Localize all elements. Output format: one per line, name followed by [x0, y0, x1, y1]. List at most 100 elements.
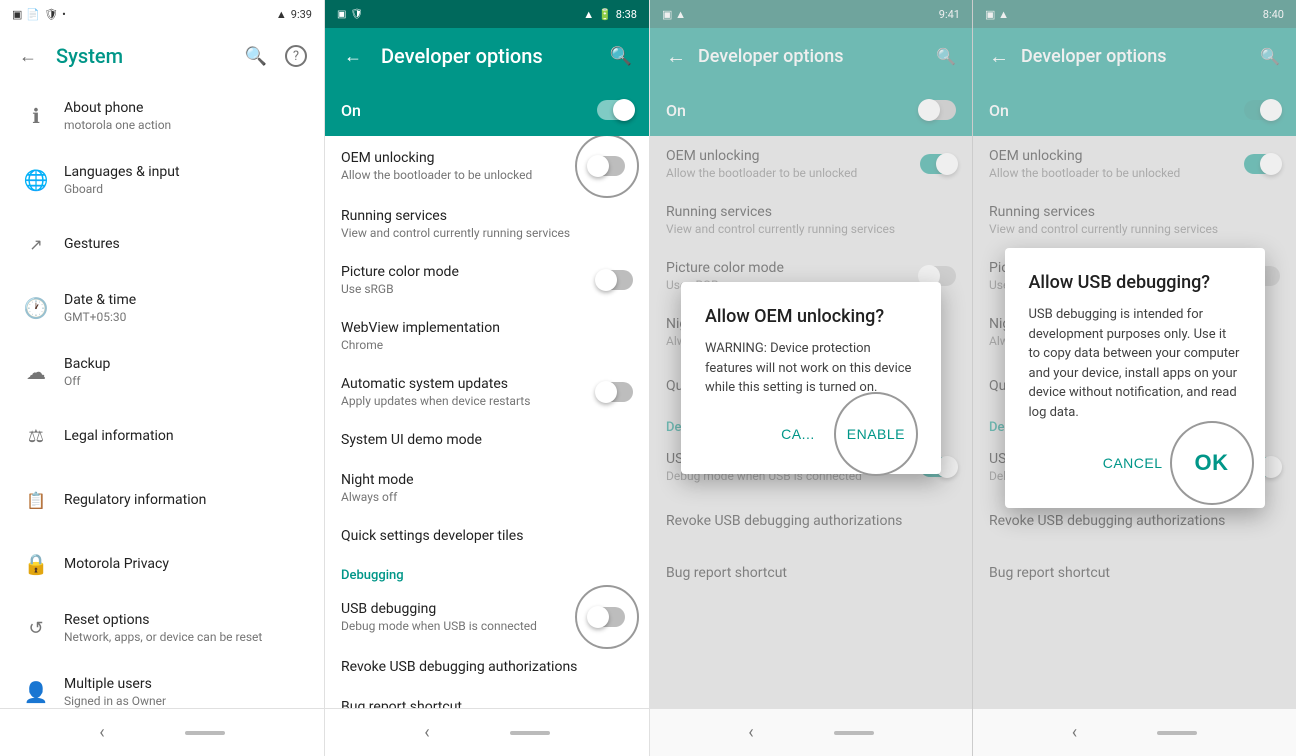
sidebar-item-reset[interactable]: ↺ Reset options Network, apps, or device…	[0, 596, 324, 660]
system-settings-panel: ▣ 📄 🛡 • ▲ 9:39 ← System 🔍 ? ℹ About phon…	[0, 0, 325, 756]
oem-toggle-wrapper	[581, 148, 633, 184]
oem-enable-button[interactable]: Enable	[835, 418, 917, 450]
datetime-label: Date & time	[64, 292, 308, 308]
sidebar-item-users[interactable]: 👤 Multiple users Signed in as Owner	[0, 660, 324, 708]
sidebar-item-backup[interactable]: ☁ Backup Off	[0, 340, 324, 404]
system-ui-demo-label: System UI demo mode	[341, 432, 633, 448]
reset-sub: Network, apps, or device can be reset	[64, 630, 308, 644]
quick-settings-tiles-item[interactable]: Quick settings developer tiles	[325, 516, 649, 556]
datetime-sub: GMT+05:30	[64, 310, 308, 324]
picture-color-sub: Use sRGB	[341, 282, 597, 296]
developer-toggle[interactable]	[597, 100, 633, 120]
p2-nav: ‹	[325, 708, 649, 756]
usb-dialog-title: Allow USB debugging?	[1029, 272, 1241, 293]
ok-circle-wrapper: OK	[1183, 442, 1241, 484]
privacy-label: Motorola Privacy	[64, 556, 308, 572]
usb-dialog-content: USB debugging is intended for developmen…	[1029, 305, 1241, 422]
p2-time: 8:38	[616, 8, 637, 21]
usb-debugging-toggle[interactable]	[589, 607, 625, 627]
time-display: 9:39	[291, 8, 312, 21]
p2-nav-indicator	[510, 731, 550, 735]
dot-icon: •	[62, 8, 66, 21]
running-services-item[interactable]: Running services View and control curren…	[325, 196, 649, 252]
picture-color-row[interactable]: Picture color mode Use sRGB	[325, 252, 649, 308]
regulatory-label: Regulatory information	[64, 492, 308, 508]
about-icon: ℹ	[16, 96, 56, 136]
bug-report-item[interactable]: Bug report shortcut	[325, 687, 649, 708]
gestures-icon: ↗	[16, 224, 56, 264]
revoke-usb-label: Revoke USB debugging authorizations	[341, 659, 633, 675]
oem-dialog-panel: ▣ ▲ 9:41 ← Developer options 🔍 On OEM un…	[650, 0, 973, 756]
night-mode-sub: Always off	[341, 490, 633, 504]
oem-dialog-actions: Ca... Enable	[705, 418, 917, 450]
oem-toggle[interactable]	[589, 156, 625, 176]
file-icon: 📄	[26, 8, 40, 21]
p2-toolbar: ← Developer options 🔍	[325, 28, 649, 84]
shield-icon: 🛡	[44, 8, 58, 21]
settings-list: ℹ About phone motorola one action 🌐 Lang…	[0, 84, 324, 708]
search-icon: 🔍	[245, 46, 267, 67]
picture-color-label: Picture color mode	[341, 264, 597, 280]
debugging-section-label: Debugging	[325, 556, 649, 587]
auto-updates-label: Automatic system updates	[341, 376, 597, 392]
p2-back-button[interactable]: ←	[341, 44, 365, 68]
sidebar-item-gestures[interactable]: ↗ Gestures	[0, 212, 324, 276]
auto-updates-sub: Apply updates when device restarts	[341, 394, 597, 408]
oem-unlock-dialog: Allow OEM unlocking? WARNING: Device pro…	[681, 282, 941, 474]
users-icon: 👤	[16, 672, 56, 708]
sidebar-item-languages[interactable]: 🌐 Languages & input Gboard	[0, 148, 324, 212]
help-button[interactable]: ?	[284, 44, 308, 68]
status-icons-left: ▣ 📄 🛡 •	[12, 8, 66, 21]
usb-debugging-row[interactable]: USB debugging Debug mode when USB is con…	[325, 587, 649, 647]
usb-cancel-button[interactable]: Cancel	[1091, 442, 1175, 484]
sidebar-item-regulatory[interactable]: 📋 Regulatory information	[0, 468, 324, 532]
p2-nav-back[interactable]: ‹	[424, 722, 429, 743]
languages-icon: 🌐	[16, 160, 56, 200]
search-button[interactable]: 🔍	[244, 44, 268, 68]
sidebar-item-legal-info[interactable]: ⚖ Legal information	[0, 404, 324, 468]
usb-debug-dialog: Allow USB debugging? USB debugging is in…	[1005, 248, 1265, 508]
usb-ok-button[interactable]: OK	[1183, 442, 1241, 484]
running-services-label: Running services	[341, 208, 633, 224]
sidebar-item-motorola-privacy[interactable]: 🔒 Motorola Privacy	[0, 532, 324, 596]
developer-on-row[interactable]: On	[325, 84, 649, 136]
usb-dialog-panel: ▣ ▲ 8:40 ← Developer options 🔍 On OEM un…	[973, 0, 1296, 756]
night-mode-item[interactable]: Night mode Always off	[325, 460, 649, 516]
back-icon: ←	[19, 46, 37, 67]
usb-debugging-sub: Debug mode when USB is connected	[341, 619, 581, 633]
system-toolbar: ← System 🔍 ?	[0, 28, 324, 84]
webview-item[interactable]: WebView implementation Chrome	[325, 308, 649, 364]
oem-dialog-content: WARNING: Device protection features will…	[705, 339, 917, 398]
oem-cancel-button[interactable]: Ca...	[769, 418, 827, 450]
back-button[interactable]: ←	[16, 44, 40, 68]
p2-shield-icon: 🛡	[350, 9, 363, 20]
p2-wifi-icon: ▲	[583, 8, 594, 21]
oem-unlocking-row[interactable]: OEM unlocking Allow the bootloader to be…	[325, 136, 649, 196]
toggle-thumb	[613, 99, 635, 121]
picture-color-toggle[interactable]	[597, 270, 633, 290]
status-icons-right: ▲ 9:39	[276, 8, 312, 21]
wifi-icon: ▲	[276, 8, 287, 21]
revoke-usb-item[interactable]: Revoke USB debugging authorizations	[325, 647, 649, 687]
navigation-bar: ‹	[0, 708, 324, 756]
about-phone-label: About phone	[64, 100, 308, 116]
system-ui-demo-item[interactable]: System UI demo mode	[325, 420, 649, 460]
backup-label: Backup	[64, 356, 308, 372]
nav-back-button[interactable]: ‹	[99, 722, 104, 743]
running-services-sub: View and control currently running servi…	[341, 226, 633, 240]
auto-updates-toggle[interactable]	[597, 382, 633, 402]
users-sub: Signed in as Owner	[64, 694, 308, 708]
legal-icon: ⚖	[16, 416, 56, 456]
sim-icon: ▣	[12, 8, 22, 21]
privacy-icon: 🔒	[16, 544, 56, 584]
p2-back-icon: ←	[344, 46, 362, 67]
status-bar-p1: ▣ 📄 🛡 • ▲ 9:39	[0, 0, 324, 28]
oem-toggle-thumb	[587, 155, 609, 177]
webview-sub: Chrome	[341, 338, 633, 352]
auto-updates-row[interactable]: Automatic system updates Apply updates w…	[325, 364, 649, 420]
quick-settings-tiles-label: Quick settings developer tiles	[341, 528, 633, 544]
datetime-icon: 🕐	[16, 288, 56, 328]
sidebar-item-datetime[interactable]: 🕐 Date & time GMT+05:30	[0, 276, 324, 340]
sidebar-item-about-phone[interactable]: ℹ About phone motorola one action	[0, 84, 324, 148]
p2-search-button[interactable]: 🔍	[609, 44, 633, 68]
